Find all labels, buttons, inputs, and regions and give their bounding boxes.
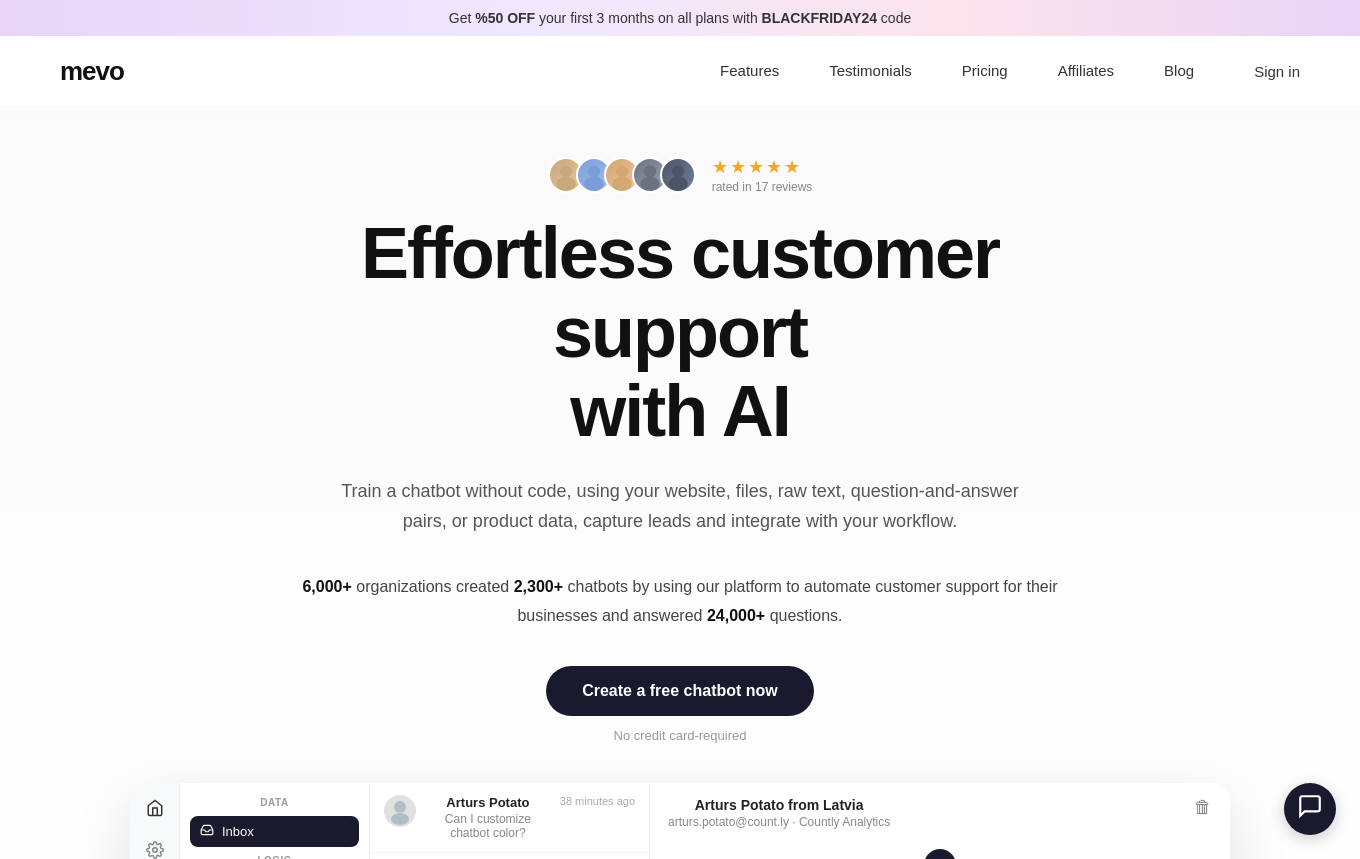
inbox-icon bbox=[200, 823, 214, 840]
hero-headline: Effortless customer support with AI bbox=[230, 214, 1130, 452]
nav-blog[interactable]: Blog bbox=[1164, 62, 1194, 79]
banner-prefix: Get bbox=[449, 10, 475, 26]
active-chat-panel: Arturs Potato from Latvia arturs.potato@… bbox=[650, 783, 1230, 859]
orgs-count: 6,000+ bbox=[302, 578, 351, 595]
svg-point-13 bbox=[394, 801, 406, 813]
chat-actions[interactable]: 🗑 bbox=[1194, 797, 1212, 818]
app-sidebar bbox=[130, 783, 180, 859]
svg-point-5 bbox=[612, 177, 632, 191]
nav-links: Features Testimonials Pricing Affiliates… bbox=[720, 62, 1194, 80]
chat-item-1[interactable]: Arturs Potato Can I customize chatbot co… bbox=[370, 783, 649, 853]
svg-point-4 bbox=[615, 165, 627, 177]
svg-point-9 bbox=[668, 177, 688, 191]
panel-inbox-item[interactable]: Inbox bbox=[190, 816, 359, 847]
svg-point-6 bbox=[643, 165, 655, 177]
logo[interactable]: mevo bbox=[60, 56, 124, 87]
banner-highlight: %50 OFF bbox=[475, 10, 535, 26]
svg-point-8 bbox=[671, 165, 683, 177]
inbox-label: Inbox bbox=[222, 824, 254, 839]
panel-logic-label: LOGIC bbox=[190, 847, 359, 859]
svg-point-14 bbox=[391, 813, 409, 825]
svg-point-1 bbox=[556, 177, 576, 191]
rating-block: ★★★★★ rated in 17 reviews bbox=[712, 156, 813, 194]
svg-point-3 bbox=[584, 177, 604, 191]
svg-point-7 bbox=[640, 177, 660, 191]
left-panel: DATA Inbox LOGIC Products bbox=[180, 783, 370, 859]
chat-user-sub: arturs.potato@count.ly · Countly Analyti… bbox=[668, 815, 890, 829]
social-proof-row: ★★★★★ rated in 17 reviews bbox=[20, 156, 1340, 194]
chat-header: Arturs Potato from Latvia arturs.potato@… bbox=[668, 797, 1212, 829]
chat-widget-icon bbox=[1297, 793, 1323, 825]
hero-subtext: Train a chatbot without code, using your… bbox=[320, 476, 1040, 537]
chat-avatar-1 bbox=[384, 795, 416, 827]
chat-name-1: Arturs Potato bbox=[426, 795, 550, 810]
main-nav: mevo Features Testimonials Pricing Affil… bbox=[0, 36, 1360, 106]
conversations-panel: Arturs Potato Can I customize chatbot co… bbox=[370, 783, 650, 859]
chat-time-1: 38 minutes ago bbox=[560, 795, 635, 807]
no-credit-text: No credit card-required bbox=[20, 728, 1340, 743]
sidebar-home-icon[interactable] bbox=[144, 797, 166, 819]
avatar-5 bbox=[660, 157, 696, 193]
svg-point-10 bbox=[152, 848, 157, 853]
svg-point-2 bbox=[587, 165, 599, 177]
sidebar-settings-icon[interactable] bbox=[144, 839, 166, 859]
hero-section: ★★★★★ rated in 17 reviews Effortless cus… bbox=[0, 106, 1360, 859]
svg-point-0 bbox=[559, 165, 571, 177]
nav-pricing[interactable]: Pricing bbox=[962, 62, 1008, 79]
chat-user-name: Arturs Potato from Latvia bbox=[668, 797, 890, 813]
questions-label: questions. bbox=[770, 607, 843, 624]
chat-bubble: Hi bbox=[924, 849, 956, 859]
chat-user-info: Arturs Potato from Latvia arturs.potato@… bbox=[668, 797, 890, 829]
sign-in-button[interactable]: Sign in bbox=[1254, 63, 1300, 80]
banner-middle: your first 3 months on all plans with bbox=[535, 10, 761, 26]
avatar-group bbox=[548, 157, 696, 193]
orgs-label: organizations created bbox=[356, 578, 509, 595]
nav-affiliates[interactable]: Affiliates bbox=[1058, 62, 1114, 79]
panel-data-label: DATA bbox=[190, 793, 359, 812]
headline-line2: with AI bbox=[570, 371, 789, 451]
promo-banner: Get %50 OFF your first 3 months on all p… bbox=[0, 0, 1360, 36]
chat-widget-button[interactable] bbox=[1284, 783, 1336, 835]
chat-item-2[interactable]: Session from San Salvad... Can I use my … bbox=[370, 853, 649, 859]
chat-message: Hi bbox=[924, 849, 956, 859]
rated-text: rated in 17 reviews bbox=[712, 180, 813, 194]
nav-testimonials[interactable]: Testimonials bbox=[829, 62, 912, 79]
chat-content-1: Arturs Potato Can I customize chatbot co… bbox=[426, 795, 550, 840]
banner-suffix: code bbox=[877, 10, 911, 26]
cta-button[interactable]: Create a free chatbot now bbox=[546, 666, 814, 716]
stats-row: 6,000+ organizations created 2,300+ chat… bbox=[290, 573, 1070, 631]
chat-preview-1: Can I customize chatbot color? bbox=[426, 812, 550, 840]
nav-features[interactable]: Features bbox=[720, 62, 779, 79]
chatbots-count: 2,300+ bbox=[514, 578, 563, 595]
stars: ★★★★★ bbox=[712, 156, 802, 178]
headline-line1: Effortless customer support bbox=[361, 213, 999, 372]
banner-code: BLACKFRIDAY24 bbox=[762, 10, 877, 26]
app-preview: DATA Inbox LOGIC Products bbox=[130, 783, 1230, 859]
questions-count: 24,000+ bbox=[707, 607, 765, 624]
